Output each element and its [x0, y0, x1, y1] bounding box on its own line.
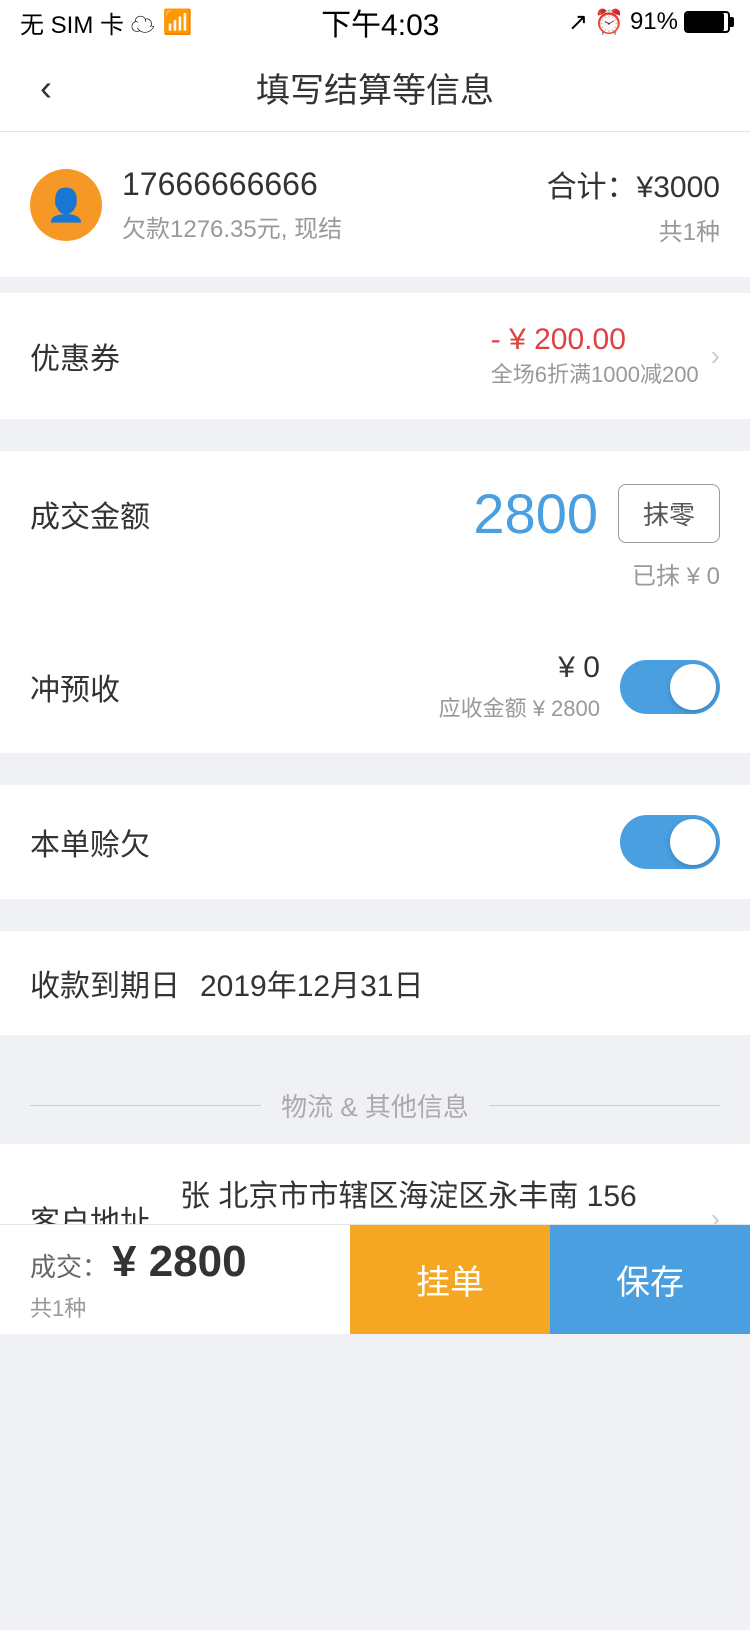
sim-status: 无 SIM 卡 ☁ [20, 5, 155, 40]
footer-deal-label: 成交： [30, 1247, 108, 1284]
footer-count: 共1种 [30, 1291, 320, 1323]
customer-right: 合计：¥3000 共1种 [547, 162, 720, 247]
status-left: 无 SIM 卡 ☁ 📶 [20, 5, 193, 40]
coupon-value: - ¥ 200.00 [491, 323, 699, 357]
logistics-line-left [30, 1105, 261, 1106]
precollect-amount: ¥ 0 应收金额 ¥ 2800 [439, 651, 600, 723]
amount-right: 2800 抹零 [473, 481, 720, 546]
precollect-section: 冲预收 ¥ 0 应收金额 ¥ 2800 [0, 621, 750, 753]
precollect-row: 冲预收 ¥ 0 应收金额 ¥ 2800 [30, 651, 720, 723]
customer-phone: 17666666666 [122, 166, 342, 203]
status-bar: 无 SIM 卡 ☁ 📶 下午4:03 ↗ ⏰ 91% [0, 0, 750, 44]
wifi-icon: 📶 [163, 8, 193, 37]
round-button[interactable]: 抹零 [618, 484, 720, 543]
precollect-toggle[interactable] [620, 660, 720, 714]
alarm-icon: ⏰ [594, 8, 624, 37]
due-date-label: 收款到期日 [30, 961, 180, 1005]
back-button[interactable]: ‹ [30, 57, 62, 119]
divider-2 [0, 769, 750, 785]
divider-3 [0, 915, 750, 931]
battery-icon [684, 11, 730, 33]
hang-button[interactable]: 挂单 [350, 1225, 550, 1334]
location-icon: ↗ [568, 8, 588, 37]
precollect-value: ¥ 0 [439, 651, 600, 685]
logistics-label: 物流 & 其他信息 [281, 1087, 469, 1124]
debt-toggle[interactable] [620, 815, 720, 869]
logistics-line-right [489, 1105, 720, 1106]
save-button[interactable]: 保存 [550, 1225, 750, 1334]
coupon-label: 优惠券 [30, 334, 120, 378]
status-right: ↗ ⏰ 91% [568, 8, 730, 37]
content: 👤 17666666666 欠款1276.35元, 现结 合计：¥3000 共1… [0, 132, 750, 1630]
footer: 成交： ¥ 2800 共1种 挂单 保存 [0, 1224, 750, 1334]
toggle-knob [670, 664, 716, 710]
avatar: 👤 [30, 169, 102, 241]
divider-4 [0, 1051, 750, 1067]
due-date-row: 收款到期日 2019年12月31日 [30, 961, 720, 1005]
amount-section: 成交金额 2800 抹零 已抹 ¥ 0 [0, 451, 750, 621]
nav-bar: ‹ 填写结算等信息 [0, 44, 750, 132]
total-amount: 合计：¥3000 [547, 162, 720, 206]
debt-toggle-knob [670, 819, 716, 865]
status-time: 下午4:03 [321, 0, 439, 44]
customer-debt: 欠款1276.35元, 现结 [122, 209, 342, 244]
deal-amount-value: 2800 [473, 481, 598, 546]
bottom-gray-area [0, 1310, 750, 1510]
battery-percent: 91% [630, 8, 678, 36]
customer-info: 17666666666 欠款1276.35元, 现结 [122, 166, 342, 244]
coupon-row[interactable]: 优惠券 - ¥ 200.00 全场6折满1000减200 › [0, 293, 750, 419]
precollect-sub: 应收金额 ¥ 2800 [439, 691, 600, 723]
debt-section: 本单赊欠 [0, 785, 750, 899]
precollect-right: ¥ 0 应收金额 ¥ 2800 [439, 651, 720, 723]
deal-amount-label: 成交金额 [30, 492, 150, 536]
footer-info: 成交： ¥ 2800 共1种 [0, 1225, 350, 1334]
coupon-desc: 全场6折满1000减200 [491, 357, 699, 389]
footer-amount: ¥ 2800 [112, 1237, 247, 1287]
due-date-value: 2019年12月31日 [200, 961, 423, 1005]
divider-1 [0, 435, 750, 451]
page-title: 填写结算等信息 [256, 63, 494, 112]
logistics-divider: 物流 & 其他信息 [0, 1067, 750, 1144]
debt-label: 本单赊欠 [30, 820, 150, 864]
erased-label: 已抹 ¥ 0 [632, 563, 720, 590]
amount-row: 成交金额 2800 抹零 [30, 481, 720, 546]
person-icon: 👤 [46, 186, 86, 224]
coupon-right: - ¥ 200.00 全场6折满1000减200 › [491, 323, 720, 389]
precollect-label: 冲预收 [30, 665, 120, 709]
due-date-section: 收款到期日 2019年12月31日 [0, 931, 750, 1035]
chevron-right-icon: › [711, 340, 720, 372]
customer-card: 👤 17666666666 欠款1276.35元, 现结 合计：¥3000 共1… [0, 132, 750, 277]
customer-left: 👤 17666666666 欠款1276.35元, 现结 [30, 166, 342, 244]
total-count: 共1种 [547, 212, 720, 247]
